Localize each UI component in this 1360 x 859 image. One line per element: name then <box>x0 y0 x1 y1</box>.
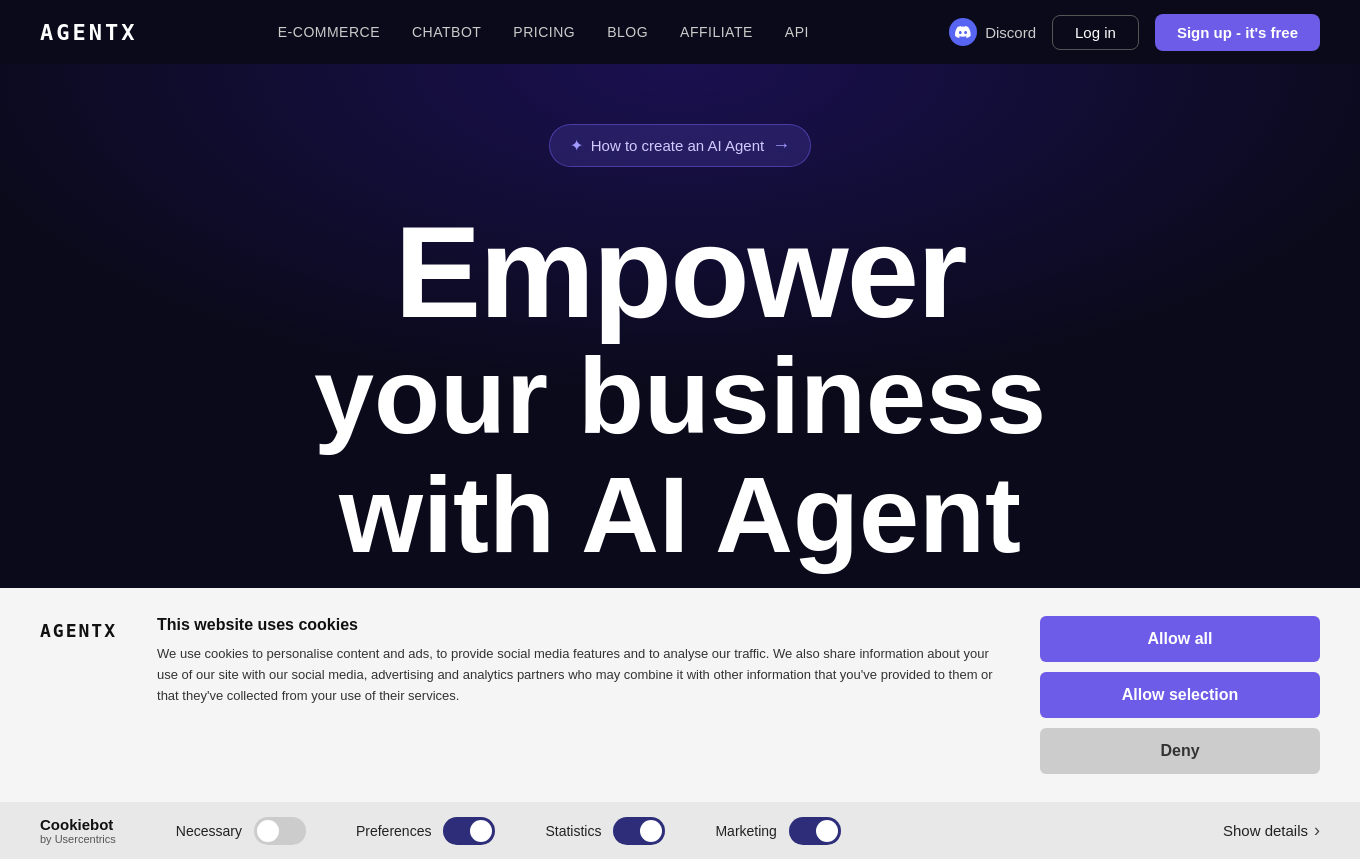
marketing-control: Marketing <box>715 817 840 845</box>
nav-affiliate[interactable]: AFFILIATE <box>680 24 753 40</box>
nav-right: Discord Log in Sign up - it's free <box>949 14 1320 51</box>
cookie-body: We use cookies to personalise content an… <box>157 644 1000 706</box>
login-button[interactable]: Log in <box>1052 15 1139 50</box>
cookie-overlay: AGENTX This website uses cookies We use … <box>0 588 1360 859</box>
nav-chatbot[interactable]: CHATBOT <box>412 24 481 40</box>
necessary-control: Necessary <box>176 817 306 845</box>
nav-blog[interactable]: BLOG <box>607 24 648 40</box>
signup-button[interactable]: Sign up - it's free <box>1155 14 1320 51</box>
hero-line1: Empower <box>314 207 1046 337</box>
statistics-toggle[interactable] <box>613 817 665 845</box>
cookie-title: This website uses cookies <box>157 616 1000 634</box>
show-details-label: Show details <box>1223 822 1308 839</box>
hero-line2: your business <box>314 337 1046 456</box>
sparkle-icon: ✦ <box>570 136 583 155</box>
necessary-toggle[interactable] <box>254 817 306 845</box>
nav-ecommerce[interactable]: E-COMMERCE <box>278 24 380 40</box>
allow-selection-button[interactable]: Allow selection <box>1040 672 1320 718</box>
necessary-label: Necessary <box>176 823 242 839</box>
cookie-logo-text: AGENTX <box>40 620 117 641</box>
discord-icon <box>949 18 977 46</box>
create-agent-pill[interactable]: ✦ How to create an AI Agent → <box>549 124 811 167</box>
cookie-banner: AGENTX This website uses cookies We use … <box>0 588 1360 802</box>
statistics-control: Statistics <box>545 817 665 845</box>
hero-line3: with AI Agent <box>314 456 1046 575</box>
show-details-button[interactable]: Show details › <box>1223 820 1320 841</box>
arrow-icon: → <box>772 135 790 156</box>
site-logo: AGENTX <box>40 20 137 45</box>
preferences-control: Preferences <box>356 817 495 845</box>
pill-text: How to create an AI Agent <box>591 137 764 154</box>
cookie-controls: Necessary Preferences Statistics <box>176 817 1163 845</box>
necessary-toggle-thumb <box>257 820 279 842</box>
show-details-arrow-icon: › <box>1314 820 1320 841</box>
nav-pricing[interactable]: PRICING <box>513 24 575 40</box>
marketing-label: Marketing <box>715 823 776 839</box>
preferences-toggle[interactable] <box>443 817 495 845</box>
preferences-toggle-thumb <box>470 820 492 842</box>
preferences-label: Preferences <box>356 823 431 839</box>
marketing-toggle-thumb <box>816 820 838 842</box>
cookie-footer: Cookiebot by Usercentrics Necessary Pref… <box>0 802 1360 859</box>
deny-button[interactable]: Deny <box>1040 728 1320 774</box>
discord-label: Discord <box>985 24 1036 41</box>
statistics-toggle-thumb <box>640 820 662 842</box>
hero-heading: Empower your business with AI Agent <box>314 207 1046 575</box>
cookiebot-logo: Cookiebot by Usercentrics <box>40 816 116 845</box>
cookie-content: This website uses cookies We use cookies… <box>157 616 1000 706</box>
cookie-action-buttons: Allow all Allow selection Deny <box>1040 616 1320 774</box>
marketing-toggle[interactable] <box>789 817 841 845</box>
cookie-brand-logo: AGENTX <box>40 616 117 641</box>
nav-links: E-COMMERCE CHATBOT PRICING BLOG AFFILIAT… <box>278 24 809 40</box>
nav-api[interactable]: API <box>785 24 809 40</box>
cookiebot-sub: by Usercentrics <box>40 833 116 845</box>
main-nav: AGENTX E-COMMERCE CHATBOT PRICING BLOG A… <box>0 0 1360 64</box>
discord-button[interactable]: Discord <box>949 18 1036 46</box>
statistics-label: Statistics <box>545 823 601 839</box>
allow-all-button[interactable]: Allow all <box>1040 616 1320 662</box>
cookiebot-name: Cookiebot <box>40 816 113 833</box>
